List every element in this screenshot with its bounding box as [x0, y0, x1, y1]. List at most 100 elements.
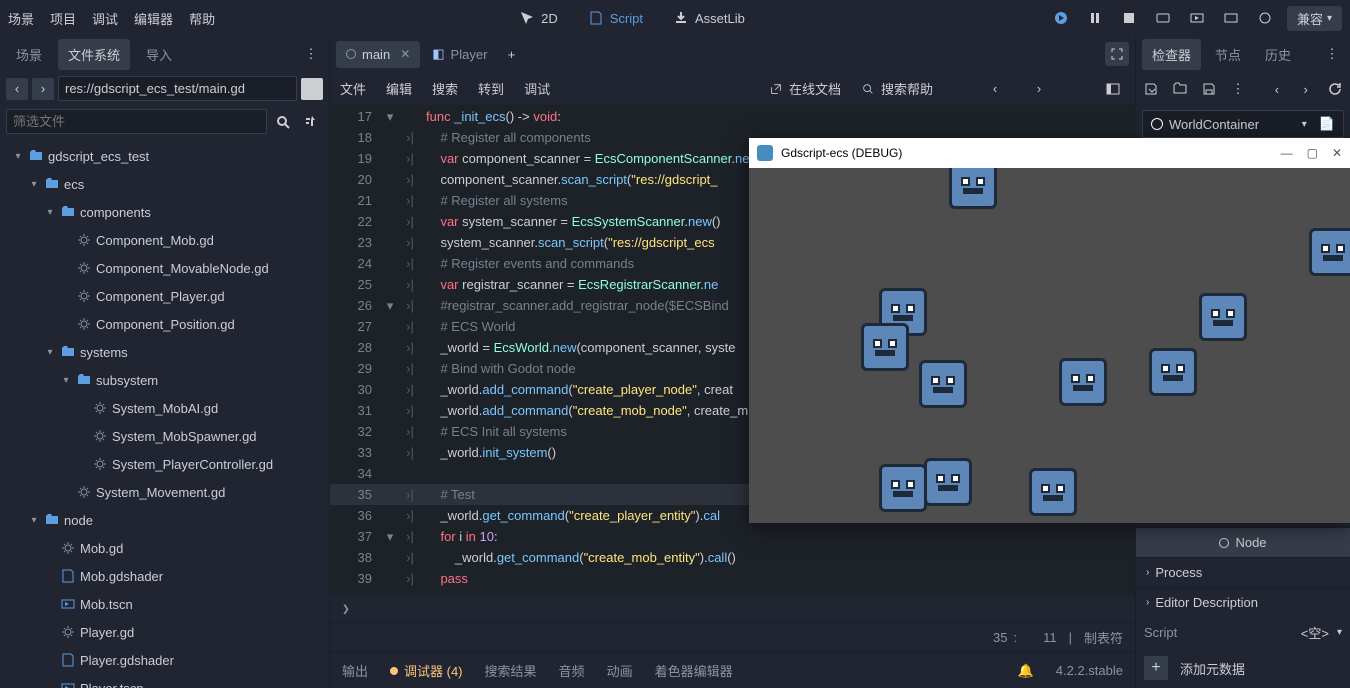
toggle-panel-icon[interactable] — [1101, 77, 1125, 101]
menu-editor[interactable]: 编辑器 — [134, 9, 173, 28]
path-input[interactable] — [58, 76, 297, 101]
fold-icon[interactable] — [380, 253, 400, 274]
panel-menu-icon[interactable]: ⋮ — [299, 42, 323, 66]
tree-file[interactable]: Component_Mob.gd — [0, 226, 329, 254]
tree-file[interactable]: Component_Player.gd — [0, 282, 329, 310]
ed-edit[interactable]: 编辑 — [386, 79, 412, 98]
tab-assetlib[interactable]: AssetLib — [667, 6, 751, 30]
tree-file[interactable]: Component_Position.gd — [0, 310, 329, 338]
nav-fwd-button[interactable]: › — [32, 78, 54, 100]
code-line[interactable]: 37▾›| for i in 10: — [330, 526, 1135, 547]
fold-icon[interactable] — [380, 169, 400, 190]
fold-icon[interactable] — [380, 463, 400, 484]
code-line[interactable]: 17▾func _init_ecs() -> void: — [330, 106, 1135, 127]
ed-search[interactable]: 搜索 — [432, 79, 458, 98]
editor-tab-player[interactable]: ◧ Player — [422, 40, 497, 68]
tab-script[interactable]: Script — [582, 6, 649, 30]
close-tab-icon[interactable]: ✕ — [400, 47, 410, 61]
script-back-icon[interactable]: ‹ — [983, 77, 1007, 101]
render-button[interactable] — [1253, 6, 1277, 30]
search-help-button[interactable]: 搜索帮助 — [861, 79, 933, 98]
fold-icon[interactable] — [380, 400, 400, 421]
tree-file[interactable]: System_PlayerController.gd — [0, 450, 329, 478]
script-fwd-icon[interactable]: › — [1027, 77, 1051, 101]
indent-mode[interactable]: 制表符 — [1084, 628, 1123, 647]
anim-tab[interactable]: 动画 — [607, 661, 633, 680]
add-tab-button[interactable]: + — [499, 42, 523, 66]
file-tree[interactable]: ▾gdscript_ecs_test▾ecs▾componentsCompone… — [0, 138, 329, 688]
fold-icon[interactable] — [380, 442, 400, 463]
debugger-tab[interactable]: 调试器 (4) — [390, 661, 463, 680]
output-tab[interactable]: 输出 — [342, 661, 368, 680]
menu-debug[interactable]: 调试 — [92, 9, 118, 28]
tree-file[interactable]: Player.gd — [0, 618, 329, 646]
editordesc-section[interactable]: ›Editor Description — [1136, 587, 1350, 617]
nav-back-button[interactable]: ‹ — [6, 78, 28, 100]
hist-fwd-icon[interactable]: › — [1296, 77, 1315, 101]
play-custom-button[interactable] — [1219, 6, 1243, 30]
tree-folder[interactable]: ▾components — [0, 198, 329, 226]
tree-folder[interactable]: ▾subsystem — [0, 366, 329, 394]
fold-icon[interactable] — [380, 337, 400, 358]
ed-goto[interactable]: 转到 — [478, 79, 504, 98]
path-options-icon[interactable] — [301, 78, 323, 100]
refresh-icon[interactable] — [1325, 77, 1344, 101]
bell-icon[interactable]: 🔔 — [1018, 663, 1034, 679]
fold-icon[interactable] — [380, 505, 400, 526]
tree-file[interactable]: Mob.gd — [0, 534, 329, 562]
fold-icon[interactable] — [380, 148, 400, 169]
distraction-free-icon[interactable] — [1105, 42, 1129, 66]
tree-file[interactable]: Component_MovableNode.gd — [0, 254, 329, 282]
fold-icon[interactable] — [380, 358, 400, 379]
fold-icon[interactable] — [380, 379, 400, 400]
left-tab-filesystem[interactable]: 文件系统 — [58, 39, 130, 70]
fold-icon[interactable]: ▾ — [380, 526, 400, 547]
load-resource-icon[interactable] — [1171, 77, 1190, 101]
play-scene-button[interactable] — [1185, 6, 1209, 30]
script-value[interactable]: <空> — [1301, 623, 1329, 642]
resource-menu-icon[interactable]: ⋮ — [1229, 77, 1248, 101]
online-docs-button[interactable]: 在线文档 — [769, 79, 841, 98]
tree-file[interactable]: Player.gdshader — [0, 646, 329, 674]
filter-input[interactable] — [6, 109, 267, 134]
right-menu-icon[interactable]: ⋮ — [1320, 42, 1344, 66]
remote-run-button[interactable] — [1151, 6, 1175, 30]
tree-file[interactable]: System_MobAI.gd — [0, 394, 329, 422]
right-tab-node[interactable]: 节点 — [1205, 39, 1251, 70]
editor-tab-main[interactable]: main ✕ — [336, 41, 420, 68]
object-dropdown[interactable]: WorldContainer ▾ 📄 — [1142, 110, 1344, 138]
right-tab-inspector[interactable]: 检查器 — [1142, 39, 1201, 70]
fold-icon[interactable] — [380, 232, 400, 253]
game-titlebar[interactable]: Gdscript-ecs (DEBUG) — ▢ ✕ — [749, 138, 1350, 168]
tree-folder[interactable]: ▾gdscript_ecs_test — [0, 142, 329, 170]
fold-icon[interactable] — [380, 316, 400, 337]
code-line[interactable]: 38›| _world.get_command("create_mob_enti… — [330, 547, 1135, 568]
ed-debug[interactable]: 调试 — [524, 79, 550, 98]
fold-icon[interactable] — [380, 190, 400, 211]
audio-tab[interactable]: 音频 — [559, 661, 585, 680]
sort-icon[interactable] — [299, 110, 323, 134]
fold-icon[interactable] — [380, 274, 400, 295]
tree-folder[interactable]: ▾ecs — [0, 170, 329, 198]
tree-file[interactable]: System_Movement.gd — [0, 478, 329, 506]
maximize-icon[interactable]: ▢ — [1307, 146, 1318, 160]
ed-file[interactable]: 文件 — [340, 79, 366, 98]
open-resource-icon[interactable] — [1142, 77, 1161, 101]
right-tab-history[interactable]: 历史 — [1255, 39, 1301, 70]
pause-button[interactable] — [1083, 6, 1107, 30]
shader-tab[interactable]: 着色器编辑器 — [655, 661, 733, 680]
fold-icon[interactable] — [380, 421, 400, 442]
tab-2d[interactable]: 2D — [513, 6, 564, 30]
results-tab[interactable]: 搜索结果 — [485, 661, 537, 680]
fold-icon[interactable]: ▾ — [380, 106, 400, 127]
save-resource-icon[interactable] — [1200, 77, 1219, 101]
play-button[interactable] — [1049, 6, 1073, 30]
code-line[interactable]: 39›| pass — [330, 568, 1135, 589]
process-section[interactable]: ›Process — [1136, 557, 1350, 587]
fold-icon[interactable] — [380, 547, 400, 568]
edit-script-icon[interactable]: 📄 — [1319, 116, 1335, 132]
tree-file[interactable]: Player.tscn — [0, 674, 329, 688]
tree-folder[interactable]: ▾node — [0, 506, 329, 534]
menu-project[interactable]: 项目 — [50, 9, 76, 28]
close-icon[interactable]: ✕ — [1332, 146, 1342, 160]
